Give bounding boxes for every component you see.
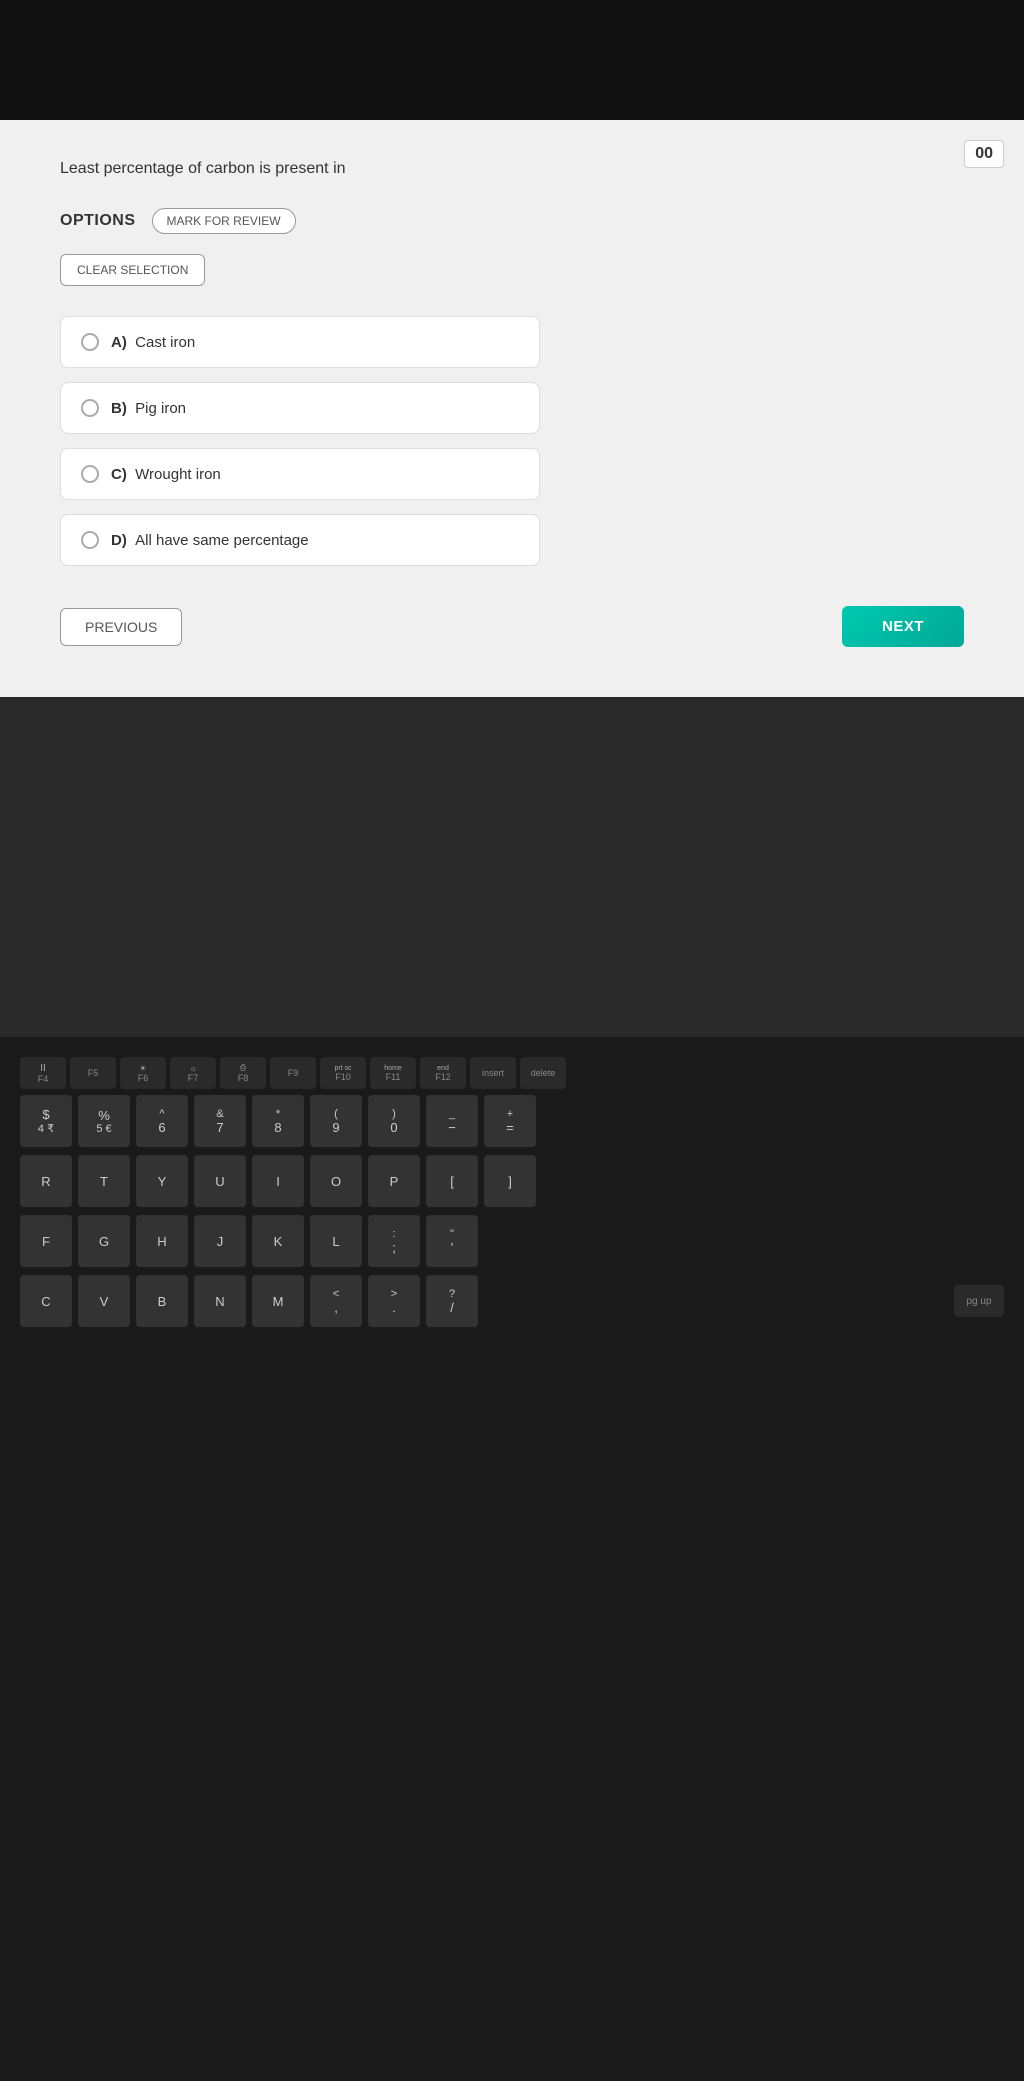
key-8[interactable]: * 8 [252,1095,304,1147]
option-d[interactable]: D) All have same percentage [60,514,540,566]
clear-selection-button[interactable]: CLEAR SELECTION [60,254,205,286]
key-6[interactable]: ^ 6 [136,1095,188,1147]
num-row: $ 4 ₹ % 5 € ^ 6 & 7 * 8 ( 9 ) 0 _ − [10,1095,1014,1147]
top-bar [0,0,1024,120]
key-h[interactable]: H [136,1215,188,1267]
key-period[interactable]: > . [368,1275,420,1327]
key-9[interactable]: ( 9 [310,1095,362,1147]
key-4[interactable]: $ 4 ₹ [20,1095,72,1147]
option-c-text: C) Wrought iron [111,466,221,483]
key-c[interactable]: C [20,1275,72,1327]
key-equals[interactable]: + = [484,1095,536,1147]
key-k[interactable]: K [252,1215,304,1267]
option-a-text: A) Cast iron [111,334,195,351]
key-j[interactable]: J [194,1215,246,1267]
mark-for-review-button[interactable]: MARK FOR REVIEW [152,208,296,234]
key-f7[interactable]: ☼ F7 [170,1057,216,1089]
key-0[interactable]: ) 0 [368,1095,420,1147]
key-o[interactable]: O [310,1155,362,1207]
timer-badge: 00 [964,140,1004,168]
fn-row: II F4 F5 ☀ F6 ☼ F7 ⎙ F8 F9 prt sc F10 ho… [10,1057,1014,1089]
key-insert[interactable]: insert [470,1057,516,1089]
key-f8[interactable]: ⎙ F8 [220,1057,266,1089]
key-n[interactable]: N [194,1275,246,1327]
key-m[interactable]: M [252,1275,304,1327]
option-c[interactable]: C) Wrought iron [60,448,540,500]
key-l[interactable]: L [310,1215,362,1267]
previous-button[interactable]: PREVIOUS [60,608,182,646]
key-r[interactable]: R [20,1155,72,1207]
key-7[interactable]: & 7 [194,1095,246,1147]
key-f9[interactable]: F9 [270,1057,316,1089]
next-button[interactable]: NEXT [842,606,964,647]
key-quote[interactable]: " ' [426,1215,478,1267]
key-f11[interactable]: home F11 [370,1057,416,1089]
key-bracket-open[interactable]: [ [426,1155,478,1207]
key-minus[interactable]: _ − [426,1095,478,1147]
key-semicolon[interactable]: : ; [368,1215,420,1267]
question-text: Least percentage of carbon is present in [60,160,964,178]
option-a[interactable]: A) Cast iron [60,316,540,368]
key-f4[interactable]: II F4 [20,1057,66,1089]
key-f12[interactable]: end F12 [420,1057,466,1089]
asdf-row: F G H J K L : ; " ' [10,1215,1014,1267]
key-y[interactable]: Y [136,1155,188,1207]
key-t[interactable]: T [78,1155,130,1207]
key-5[interactable]: % 5 € [78,1095,130,1147]
option-b-text: B) Pig iron [111,400,186,417]
qwerty-row: R T Y U I O P [ ] [10,1155,1014,1207]
key-f[interactable]: F [20,1215,72,1267]
key-pgup[interactable]: pg up [954,1285,1004,1317]
nav-buttons: PREVIOUS NEXT [60,596,964,657]
key-f6[interactable]: ☀ F6 [120,1057,166,1089]
key-p[interactable]: P [368,1155,420,1207]
options-header: OPTIONS MARK FOR REVIEW [60,208,964,234]
key-delete[interactable]: delete [520,1057,566,1089]
key-i[interactable]: I [252,1155,304,1207]
key-b[interactable]: B [136,1275,188,1327]
key-u[interactable]: U [194,1155,246,1207]
keyboard-area: II F4 F5 ☀ F6 ☼ F7 ⎙ F8 F9 prt sc F10 ho… [0,1037,1024,1355]
key-bracket-close[interactable]: ] [484,1155,536,1207]
key-f5[interactable]: F5 [70,1057,116,1089]
key-slash[interactable]: ? / [426,1275,478,1327]
radio-a [81,333,99,351]
key-v[interactable]: V [78,1275,130,1327]
dark-area [0,697,1024,1037]
radio-c [81,465,99,483]
quiz-container: 00 Least percentage of carbon is present… [0,120,1024,697]
key-g[interactable]: G [78,1215,130,1267]
option-b[interactable]: B) Pig iron [60,382,540,434]
options-label: OPTIONS [60,212,136,230]
key-f10[interactable]: prt sc F10 [320,1057,366,1089]
radio-b [81,399,99,417]
radio-d [81,531,99,549]
key-comma[interactable]: < , [310,1275,362,1327]
options-list: A) Cast iron B) Pig iron C) Wrought iron… [60,316,964,566]
option-d-text: D) All have same percentage [111,532,309,549]
zxcv-row: C V B N M < , > . ? / pg up [10,1275,1014,1327]
